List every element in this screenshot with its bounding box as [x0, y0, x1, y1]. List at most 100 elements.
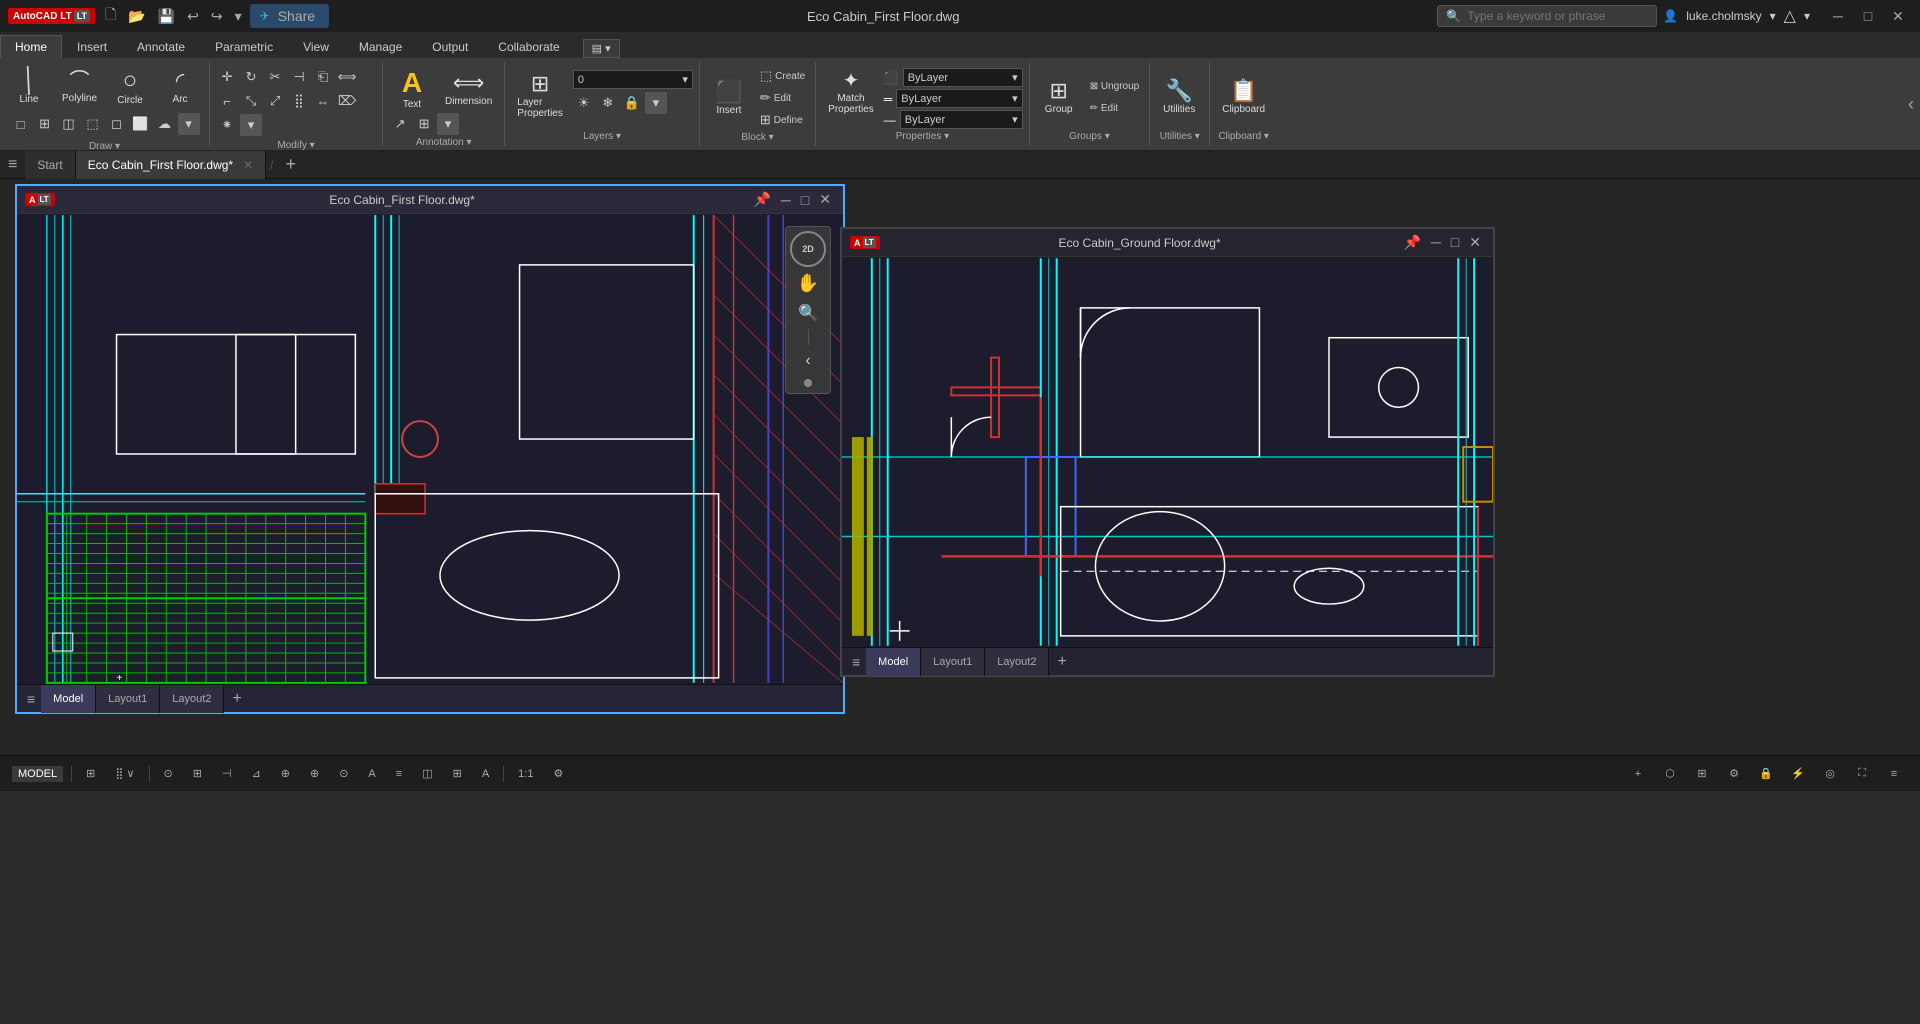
multileader-icon[interactable]: ↗ — [389, 113, 411, 135]
ground-floor-pin-button[interactable]: 📌 — [1399, 232, 1424, 253]
boundary-icon[interactable]: ⬚ — [82, 113, 104, 135]
search-input[interactable] — [1467, 9, 1627, 23]
offset-icon[interactable]: ⇔ — [312, 90, 334, 112]
first-floor-layout2-tab[interactable]: Layout2 — [160, 685, 224, 713]
dimension-button[interactable]: ⟺ Dimension — [439, 69, 498, 110]
ground-floor-layout1-tab[interactable]: Layout1 — [921, 648, 985, 676]
share-button[interactable]: ✈ Share — [250, 4, 329, 28]
ground-floor-canvas[interactable] — [842, 257, 1493, 647]
nav-back-button[interactable]: ‹ — [794, 347, 822, 375]
annotation-visibility-button[interactable]: ⬡ — [1656, 761, 1684, 787]
layer-freeze-icon[interactable]: ❄ — [597, 92, 619, 114]
rotate-icon[interactable]: ↻ — [240, 66, 262, 88]
layer-properties-button[interactable]: ⊞ LayerProperties — [511, 70, 569, 122]
ground-floor-close-button[interactable]: ✕ — [1465, 232, 1485, 253]
customize-button[interactable]: ≡ — [1880, 761, 1908, 787]
start-tab[interactable]: Start — [25, 151, 75, 179]
first-floor-layout-menu[interactable]: ≡ — [21, 691, 41, 707]
wipeout-icon[interactable]: ⬜ — [130, 113, 152, 135]
gradient-icon[interactable]: ◫ — [58, 113, 80, 135]
doc-tabs-menu-icon[interactable]: ≡ — [8, 156, 17, 174]
ground-floor-maximize-button[interactable]: □ — [1447, 232, 1463, 253]
groups-group-label[interactable]: Groups ▾ — [1036, 129, 1144, 142]
help-icon[interactable]: △ — [1784, 6, 1796, 26]
isometric-drafting-button[interactable]: + — [1624, 761, 1652, 787]
modify-more-icon[interactable]: ▾ — [240, 114, 262, 136]
create-block-btn[interactable]: ⬚ Create — [756, 66, 809, 86]
lock-ui-button[interactable]: 🔒 — [1752, 761, 1780, 787]
tab-collaborate[interactable]: Collaborate — [483, 35, 574, 58]
table-icon[interactable]: ⊞ — [413, 113, 435, 135]
view-cube-button[interactable]: 2D — [790, 231, 826, 267]
fullscreen-button[interactable]: ⛶ — [1848, 761, 1876, 787]
object-snap-button[interactable]: ⊕ — [275, 765, 296, 782]
define-attrib-btn[interactable]: ⊞ Define — [756, 110, 809, 130]
undo-icon[interactable]: ↩ — [183, 6, 203, 27]
region-icon[interactable]: ◻ — [106, 113, 128, 135]
maximize-button[interactable]: □ — [1854, 6, 1882, 26]
array-icon[interactable]: ⣿ — [288, 90, 310, 112]
redo-icon[interactable]: ↪ — [207, 6, 227, 27]
new-tab-button[interactable]: + — [278, 154, 305, 175]
new-file-icon[interactable]: 🗋 — [101, 2, 120, 30]
group-edit-btn[interactable]: ✏ Edit — [1086, 99, 1144, 119]
zoom-button[interactable]: 🔍 — [794, 299, 822, 327]
line-button[interactable]: ╱ Line — [6, 67, 52, 108]
first-floor-minimize-button[interactable]: ─ — [777, 190, 795, 210]
username[interactable]: luke.cholmsky — [1686, 9, 1761, 23]
modify-group-label[interactable]: Modify ▾ — [216, 138, 376, 151]
first-floor-tab[interactable]: Eco Cabin_First Floor.dwg* ✕ — [76, 151, 266, 179]
polar-tracking-button[interactable]: ⊿ — [246, 765, 267, 782]
ribbon-collapse-button[interactable]: ‹ — [1902, 62, 1920, 146]
layer-dropdown[interactable]: 0 ▾ — [573, 70, 693, 89]
app-logo[interactable]: AutoCAD LT LT — [8, 8, 95, 24]
tab-output[interactable]: Output — [417, 35, 483, 58]
workspace-selector[interactable]: ▤ ▾ — [583, 39, 620, 58]
clipboard-button[interactable]: 📋 Clipboard — [1216, 77, 1271, 118]
dynamic-ucs-button[interactable]: ⊙ — [333, 765, 354, 782]
annotation-group-label[interactable]: Annotation ▾ — [389, 135, 498, 148]
lineweight-dropdown[interactable]: ByLayer ▾ — [900, 110, 1023, 129]
tab-manage[interactable]: Manage — [344, 35, 417, 58]
utilities-button[interactable]: 🔧 Utilities — [1156, 77, 1202, 118]
tab-home[interactable]: Home — [0, 35, 62, 58]
annotation-more-icon[interactable]: ▾ — [437, 113, 459, 135]
copy-icon[interactable]: ⎗ — [312, 66, 334, 88]
tab-parametric[interactable]: Parametric — [200, 35, 288, 58]
clipboard-group-label[interactable]: Clipboard ▾ — [1216, 129, 1271, 142]
pan-button[interactable]: ✋ — [794, 269, 822, 297]
first-floor-maximize-button[interactable]: □ — [797, 190, 813, 210]
block-group-label[interactable]: Block ▾ — [706, 130, 809, 143]
circle-button[interactable]: ○ Circle — [107, 66, 153, 109]
transparency-button[interactable]: ◫ — [416, 765, 438, 782]
ground-floor-add-layout[interactable]: + — [1049, 653, 1074, 671]
layer-lock-icon[interactable]: 🔒 — [621, 92, 643, 114]
stretch-icon[interactable]: ⤡ — [240, 90, 262, 112]
snap-mode-button[interactable]: ⊙ — [158, 765, 179, 782]
first-floor-model-tab[interactable]: Model — [41, 685, 96, 713]
move-icon[interactable]: ✛ — [216, 66, 238, 88]
grid-display-button[interactable]: ⊞ — [187, 765, 208, 782]
model-space-button[interactable]: MODEL — [12, 766, 63, 782]
settings-dropdown[interactable]: ▾ — [1804, 9, 1810, 23]
annotation-monitor-button[interactable]: A — [476, 766, 495, 782]
first-floor-pin-button[interactable]: 📌 — [749, 189, 774, 210]
object-snap-tracking-button[interactable]: ⊕ — [304, 765, 325, 782]
erase-icon[interactable]: ⌦ — [336, 90, 358, 112]
selection-cycling-button[interactable]: ⊞ — [447, 765, 468, 782]
ground-floor-layout2-tab[interactable]: Layout2 — [985, 648, 1049, 676]
scale-icon[interactable]: ⤢ — [264, 90, 286, 112]
text-button[interactable]: A Text — [389, 66, 435, 113]
ungroup-btn[interactable]: ⊠ Ungroup — [1086, 77, 1144, 97]
first-floor-canvas[interactable]: + 2D ✋ 🔍 ‹ — [17, 214, 843, 684]
hardware-acceleration-button[interactable]: ⚡ — [1784, 761, 1812, 787]
layer-more-icon[interactable]: ▾ — [645, 92, 667, 114]
dynamic-input-button[interactable]: A — [362, 766, 381, 782]
workspace-settings-button[interactable]: ⚙ — [547, 765, 569, 782]
layers-group-label[interactable]: Layers ▾ — [511, 129, 693, 142]
group-button[interactable]: ⊞ Group — [1036, 77, 1082, 118]
tab-annotate[interactable]: Annotate — [122, 35, 200, 58]
lineweight-display-button[interactable]: ≡ — [390, 766, 408, 782]
open-file-icon[interactable]: 📂 — [124, 6, 149, 27]
search-box[interactable]: 🔍 — [1437, 5, 1657, 27]
